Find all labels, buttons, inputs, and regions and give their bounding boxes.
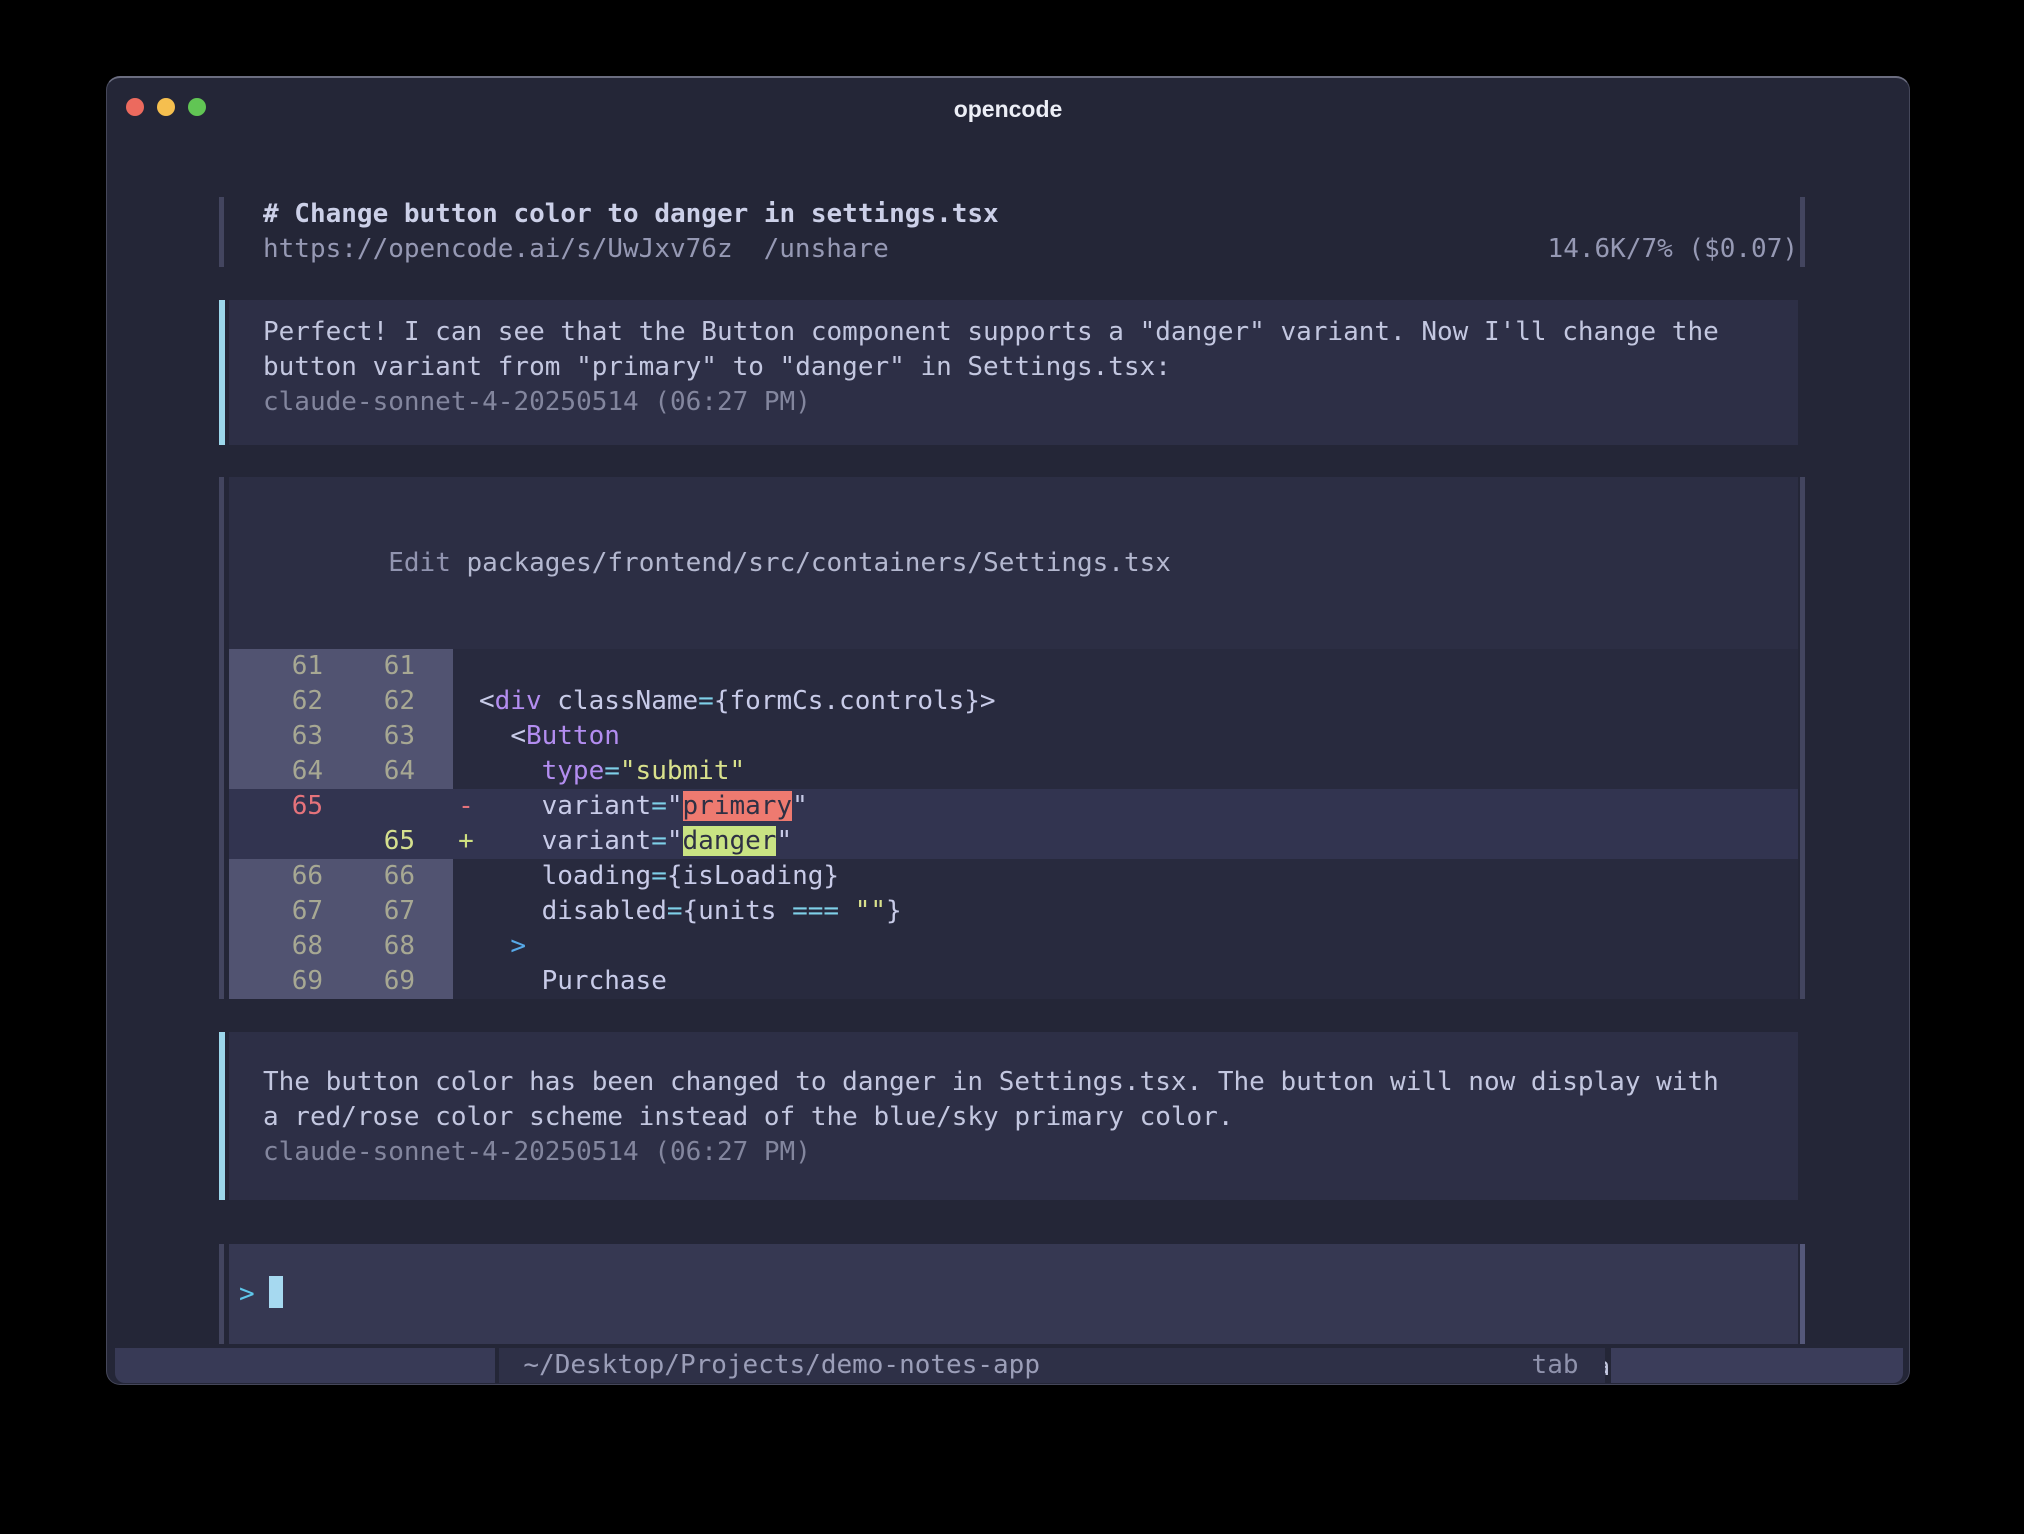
old-line-number: 69 [229, 964, 341, 999]
new-line-number: 66 [341, 859, 453, 894]
new-line-number: 68 [341, 929, 453, 964]
diff-line: 6666 loading={isLoading} [229, 859, 1798, 894]
message-text-line: a red/rose color scheme instead of the b… [263, 1100, 1768, 1135]
message-text-line: The button color has been changed to dan… [263, 1065, 1768, 1100]
message-model-meta: claude-sonnet-4-20250514 (06:27 PM) [263, 1135, 1768, 1170]
diff-sign [453, 894, 479, 929]
new-line-number: 65 [341, 824, 453, 859]
assistant-message-1: Perfect! I can see that the Button compo… [229, 300, 1798, 445]
session-title: # Change button color to danger in setti… [263, 197, 1798, 232]
status-bar: opencode v0.3.11 ~/Desktop/Projects/demo… [115, 1348, 1903, 1383]
code-text: loading={isLoading} [479, 859, 1798, 894]
code-text: <Button [479, 719, 1798, 754]
diff-sign: + [453, 824, 479, 859]
diff-sign [453, 964, 479, 999]
code-text: variant="primary" [479, 789, 1798, 824]
session-header: # Change button color to danger in setti… [229, 197, 1798, 267]
old-line-number: 66 [229, 859, 341, 894]
message-accent-bar [219, 300, 225, 445]
diff-line: 6969 Purchase [229, 964, 1798, 999]
message-model-meta: claude-sonnet-4-20250514 (06:27 PM) [263, 385, 1768, 420]
diff-sign [453, 684, 479, 719]
code-text: type="submit" [479, 754, 1798, 789]
message-text-line: Perfect! I can see that the Button compo… [263, 315, 1768, 350]
edit-right-mark [1800, 477, 1805, 999]
code-text: <div className={formCs.controls}> [479, 684, 1798, 719]
unshare-command[interactable]: /unshare [764, 232, 889, 267]
diff-sign: - [453, 789, 479, 824]
diff-sign [453, 929, 479, 964]
diff-line: 65 - variant="primary" [229, 789, 1798, 824]
text-cursor [269, 1276, 283, 1308]
input-right-mark [1800, 1244, 1805, 1344]
old-line-number [229, 824, 341, 859]
edit-header: Edit packages/frontend/src/containers/Se… [229, 477, 1798, 649]
old-line-number: 68 [229, 929, 341, 964]
statusbar-middle: ~/Desktop/Projects/demo-notes-app tab [499, 1348, 1604, 1383]
token-usage: 14.6K/7% ($0.07) [1548, 232, 1798, 267]
old-line-number: 61 [229, 649, 341, 684]
code-text: > [479, 929, 1798, 964]
session-subline: https://opencode.ai/s/UwJxv76z/unshare 1… [263, 232, 1798, 267]
old-line-number: 67 [229, 894, 341, 929]
diff-sign [453, 719, 479, 754]
edit-verb: Edit [388, 548, 466, 578]
statusbar-spacer [1040, 1348, 1532, 1383]
assistant-message-2: The button color has been changed to dan… [229, 1032, 1798, 1200]
code-text: disabled={units === ""} [479, 894, 1798, 929]
code-text: variant="danger" [479, 824, 1798, 859]
diff-sign [453, 754, 479, 789]
brand-segment: opencode v0.3.11 [115, 1348, 495, 1383]
titlebar: opencode [107, 78, 1909, 138]
message-input[interactable]: > [229, 1244, 1798, 1344]
header-left-mark [219, 197, 224, 267]
old-line-number: 63 [229, 719, 341, 754]
share-url[interactable]: https://opencode.ai/s/UwJxv76z [263, 232, 733, 267]
edit-left-mark [219, 477, 224, 999]
code-text [479, 649, 1798, 684]
diff-line: 6767 disabled={units === ""} [229, 894, 1798, 929]
new-line-number: 61 [341, 649, 453, 684]
opencode-window: opencode # Change button color to danger… [106, 76, 1910, 1385]
edit-file-path: packages/frontend/src/containers/Setting… [467, 548, 1171, 578]
old-line-number: 62 [229, 684, 341, 719]
old-line-number: 65 [229, 789, 341, 824]
session-content: # Change button color to danger in setti… [229, 138, 1798, 1385]
new-line-number [341, 789, 453, 824]
diff-line: 65+ variant="danger" [229, 824, 1798, 859]
new-line-number: 67 [341, 894, 453, 929]
new-line-number: 64 [341, 754, 453, 789]
new-line-number: 62 [341, 684, 453, 719]
prompt-chevron: > [239, 1279, 255, 1309]
input-left-mark [219, 1244, 224, 1344]
header-right-mark [1800, 197, 1805, 267]
code-text: Purchase [479, 964, 1798, 999]
old-line-number: 64 [229, 754, 341, 789]
diff-line: 6262 <div className={formCs.controls}> [229, 684, 1798, 719]
edit-tool-block: Edit packages/frontend/src/containers/Se… [229, 477, 1798, 999]
new-line-number: 63 [341, 719, 453, 754]
tab-key-hint[interactable]: tab [1532, 1348, 1605, 1383]
mode-segment[interactable]: BUILD MODE [1611, 1348, 1903, 1383]
new-line-number: 69 [341, 964, 453, 999]
diff-line: 6161 [229, 649, 1798, 684]
diff-sign [453, 859, 479, 894]
subline-spacer [889, 232, 1548, 267]
message-accent-bar [219, 1032, 225, 1200]
working-directory: ~/Desktop/Projects/demo-notes-app [523, 1348, 1040, 1383]
diff-rows: 61616262 <div className={formCs.controls}… [229, 649, 1798, 999]
diff-line: 6363 <Button [229, 719, 1798, 754]
window-title: opencode [107, 92, 1909, 127]
diff-sign [453, 649, 479, 684]
diff-line: 6868 > [229, 929, 1798, 964]
diff-line: 6464 type="submit" [229, 754, 1798, 789]
message-text-line: button variant from "primary" to "danger… [263, 350, 1768, 385]
